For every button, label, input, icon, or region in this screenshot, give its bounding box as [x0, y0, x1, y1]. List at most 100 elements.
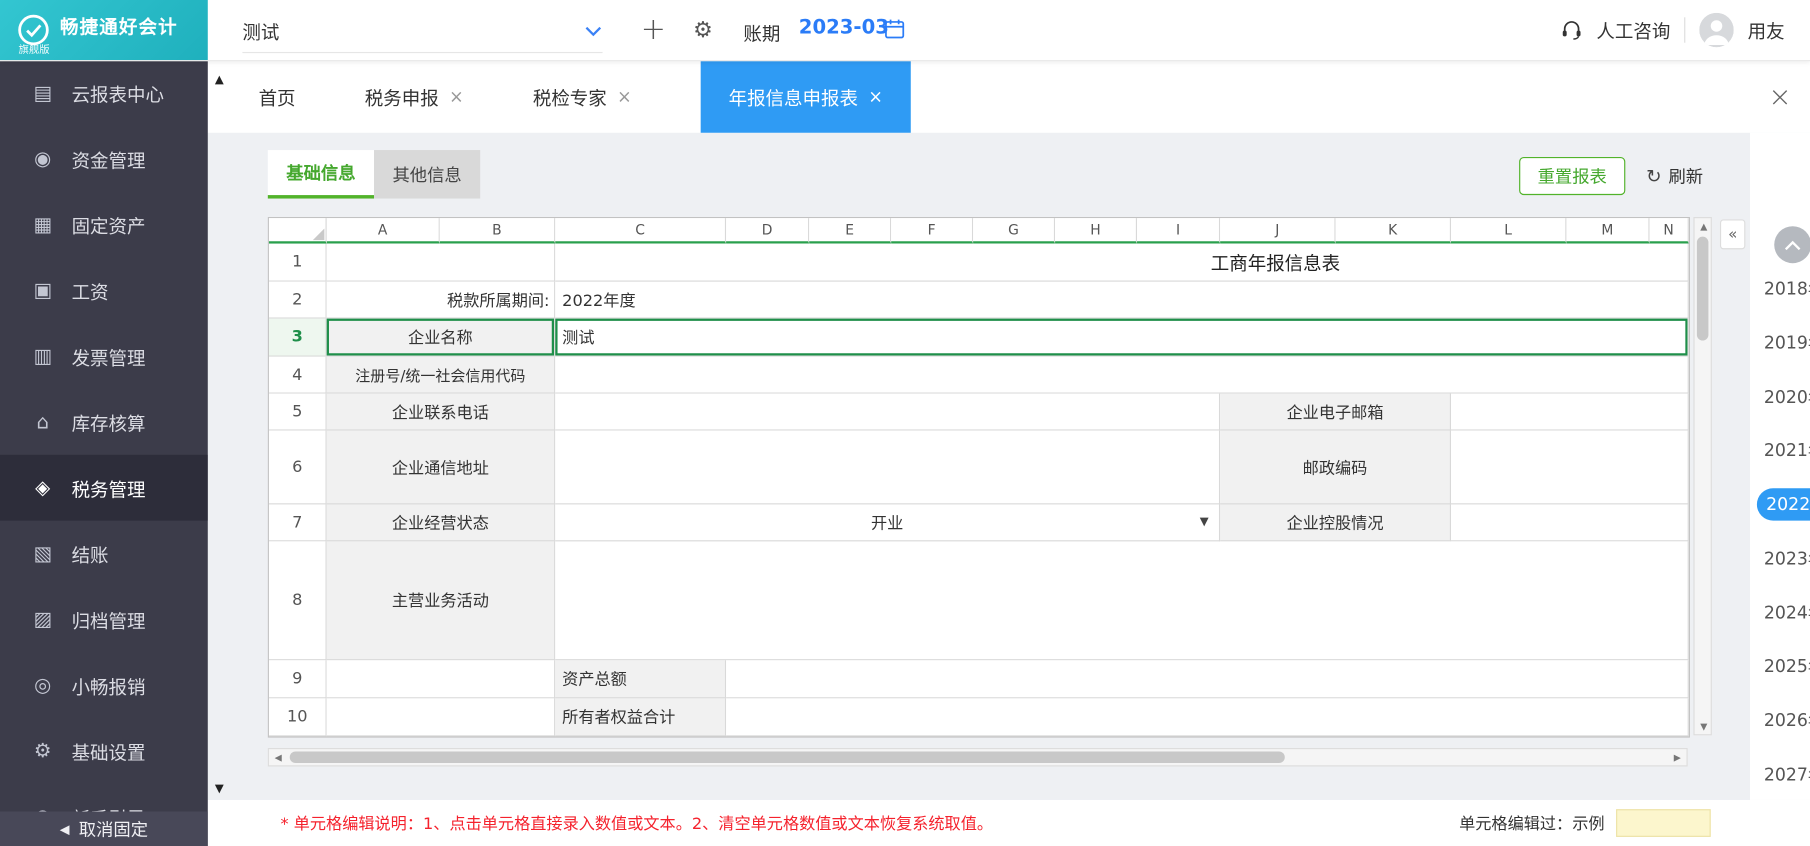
tab-tax-filing[interactable]: 税务申报 ×: [365, 60, 464, 133]
scroll-down-icon[interactable]: ▼: [1695, 718, 1713, 734]
column-header[interactable]: K: [1335, 218, 1452, 244]
year-item[interactable]: 2025年: [1764, 650, 1810, 682]
column-header[interactable]: G: [973, 218, 1056, 244]
sidebar-item-funds-management[interactable]: ◉ 资金管理: [0, 126, 208, 192]
cell-status-value[interactable]: 开业 ▼: [555, 504, 1221, 542]
row-header[interactable]: 1: [268, 243, 327, 282]
year-item[interactable]: 2020年: [1764, 381, 1810, 413]
tab-close-icon[interactable]: ×: [449, 86, 464, 107]
column-header[interactable]: L: [1451, 218, 1567, 244]
sidebar-item-closing[interactable]: ▧ 结账: [0, 521, 208, 587]
row-header[interactable]: 6: [268, 430, 327, 505]
cell-phone-value[interactable]: [555, 393, 1221, 431]
cell-reg-code-label[interactable]: 注册号/统一社会信用代码: [326, 356, 556, 394]
year-item[interactable]: 2021年: [1764, 434, 1810, 466]
cell-phone-label[interactable]: 企业联系电话: [326, 393, 556, 431]
column-header[interactable]: E: [809, 218, 892, 244]
horizontal-scroll-thumb[interactable]: [289, 751, 1285, 764]
cell-email-value[interactable]: [1451, 393, 1689, 431]
tab-close-icon[interactable]: ×: [868, 86, 883, 107]
avatar[interactable]: [1699, 12, 1734, 48]
year-item[interactable]: 2026年: [1764, 704, 1810, 736]
column-header[interactable]: I: [1137, 218, 1221, 244]
scroll-right-icon[interactable]: ▶: [1668, 749, 1686, 765]
row-header[interactable]: 10: [268, 698, 327, 737]
sidebar-item-xiaochang-expense[interactable]: ◎ 小畅报销: [0, 652, 208, 718]
year-item[interactable]: 2023年: [1764, 543, 1810, 575]
dropdown-arrow-icon[interactable]: ▼: [1200, 516, 1209, 529]
row-header[interactable]: 7: [268, 504, 327, 542]
column-header[interactable]: M: [1566, 218, 1650, 244]
sidebar-item-cloud-report-center[interactable]: ▤ 云报表中心: [0, 60, 208, 126]
sidebar-item-tax-management[interactable]: ◈ 税务管理: [0, 454, 208, 521]
tab-annual-report-form[interactable]: 年报信息申报表 ×: [700, 60, 911, 133]
sidebar-item-salary[interactable]: ▣ 工资: [0, 257, 208, 323]
cell-holding-value[interactable]: [1451, 504, 1689, 542]
tab-tax-expert[interactable]: 税检专家 ×: [533, 60, 632, 133]
cell-company-name-label[interactable]: 企业名称: [326, 318, 556, 357]
tab-close-icon[interactable]: ×: [617, 86, 632, 107]
sidebar-item-inventory-accounting[interactable]: ⌂ 库存核算: [0, 389, 208, 455]
row-header[interactable]: 3: [268, 318, 327, 357]
row-header[interactable]: 2: [268, 281, 327, 319]
sidebar-scroll-down-icon[interactable]: ▼: [211, 780, 227, 796]
cell-business-value[interactable]: [555, 541, 1689, 661]
gear-icon[interactable]: ⚙: [688, 14, 718, 46]
row-header[interactable]: 9: [268, 660, 327, 699]
cell-holding-label[interactable]: 企业控股情况: [1220, 504, 1452, 542]
column-header[interactable]: F: [891, 218, 974, 244]
vertical-scrollbar[interactable]: ▲ ▼: [1693, 217, 1713, 736]
add-account-button[interactable]: +: [635, 9, 672, 51]
tab-home[interactable]: 首页: [259, 60, 296, 133]
cell-address-label[interactable]: 企业通信地址: [326, 430, 556, 505]
sidebar-item-archive-management[interactable]: ▨ 归档管理: [0, 586, 208, 652]
row-header[interactable]: 4: [268, 356, 327, 394]
row-header[interactable]: 5: [268, 393, 327, 431]
cell-address-value[interactable]: [555, 430, 1221, 505]
cell-company-name-value[interactable]: 测试: [555, 318, 1689, 357]
reset-report-button[interactable]: 重置报表: [1519, 156, 1626, 196]
sidebar-item-basic-settings[interactable]: ⚙ 基础设置: [0, 718, 208, 784]
column-header[interactable]: N: [1649, 218, 1689, 244]
year-item[interactable]: 2019年: [1764, 327, 1810, 359]
sidebar-item-fixed-assets[interactable]: ▦ 固定资产: [0, 192, 208, 258]
row-header[interactable]: 8: [268, 541, 327, 661]
subtab-other-info[interactable]: 其他信息: [374, 150, 481, 199]
account-selector[interactable]: 测试: [242, 9, 603, 54]
scroll-left-icon[interactable]: ◀: [269, 749, 287, 765]
column-header[interactable]: D: [726, 218, 810, 244]
cell-status-label[interactable]: 企业经营状态: [326, 504, 556, 542]
column-header[interactable]: A: [326, 218, 440, 244]
year-item[interactable]: 2024年: [1764, 597, 1810, 629]
sidebar-scroll-up-icon[interactable]: ▲: [211, 72, 227, 88]
select-all-corner[interactable]: [268, 218, 327, 244]
sidebar-item-invoice-management[interactable]: ▥ 发票管理: [0, 323, 208, 389]
column-header[interactable]: J: [1220, 218, 1336, 244]
column-header[interactable]: H: [1055, 218, 1138, 244]
year-item-active[interactable]: 2022年: [1756, 488, 1810, 521]
cell[interactable]: [326, 243, 556, 282]
calendar-icon[interactable]: [884, 18, 905, 39]
column-header[interactable]: B: [439, 218, 556, 244]
cell-period-label[interactable]: 税款所属期间:: [326, 281, 556, 319]
vertical-scroll-thumb[interactable]: [1696, 236, 1709, 341]
column-header[interactable]: C: [555, 218, 727, 244]
cell-reg-code-value[interactable]: [555, 356, 1689, 394]
unpin-sidebar-button[interactable]: ◀ 取消固定: [0, 811, 208, 846]
app-logo[interactable]: 畅捷通好会计 旗舰版: [0, 0, 208, 61]
close-page-icon[interactable]: ×: [1768, 83, 1791, 111]
cell[interactable]: [326, 660, 556, 699]
username[interactable]: 用友: [1748, 16, 1785, 44]
cell-report-title[interactable]: 工商年报信息表: [555, 243, 1689, 282]
year-item[interactable]: 2027年: [1764, 758, 1810, 790]
collapse-year-panel-button[interactable]: «: [1719, 219, 1746, 250]
cell-business-label[interactable]: 主营业务活动: [326, 541, 556, 661]
support-link[interactable]: 人工咨询: [1596, 16, 1670, 44]
cell-email-label[interactable]: 企业电子邮箱: [1220, 393, 1452, 431]
cell[interactable]: [326, 698, 556, 737]
scroll-top-button[interactable]: [1774, 226, 1810, 264]
period-value[interactable]: 2023-03: [799, 16, 889, 39]
scroll-up-icon[interactable]: ▲: [1695, 218, 1713, 234]
cell-equity-label[interactable]: 所有者权益合计: [555, 698, 727, 737]
cell-postcode-value[interactable]: [1451, 430, 1689, 505]
